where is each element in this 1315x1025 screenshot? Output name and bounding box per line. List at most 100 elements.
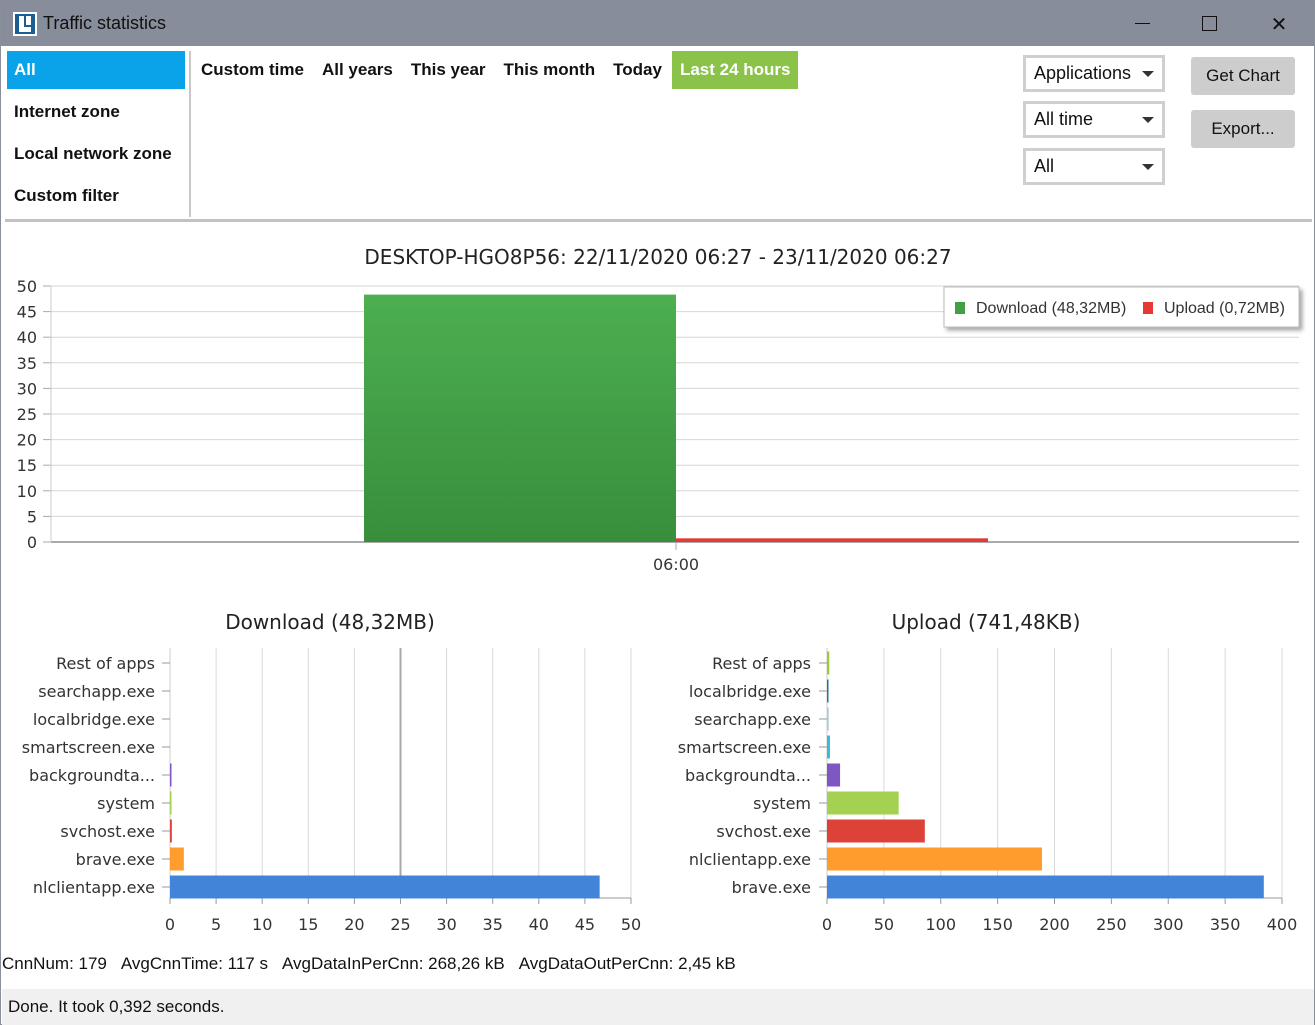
app-label: system — [97, 794, 155, 813]
app-bar — [827, 847, 1042, 871]
zone-all[interactable]: All — [7, 51, 185, 89]
app-bar — [827, 763, 841, 787]
minimize-button[interactable] — [1107, 1, 1177, 46]
export-button[interactable]: Export... — [1191, 110, 1295, 148]
app-label: smartscreen.exe — [678, 738, 811, 757]
zone-internet[interactable]: Internet zone — [7, 93, 185, 131]
x-tick-label: 0 — [165, 915, 175, 934]
timeline-legend: Download (48,32MB) Upload (0,72MB) — [943, 286, 1300, 328]
traffic-statistics-window: Traffic statistics ✕ All Internet zone L… — [0, 0, 1315, 1025]
y-tick-label: 20 — [17, 431, 37, 450]
x-tick-label: 40 — [529, 915, 549, 934]
app-bar — [827, 651, 830, 675]
close-icon: ✕ — [1270, 11, 1288, 36]
app-label: nlclientapp.exe — [689, 850, 811, 869]
x-tick-label: 06:00 — [653, 555, 699, 574]
timeline-chart-title: DESKTOP-HGO8P56: 22/11/2020 06:27 - 23/1… — [364, 245, 951, 269]
title-bar[interactable]: Traffic statistics ✕ — [1, 1, 1314, 46]
app-logo-icon — [13, 12, 37, 36]
legend-swatch-upload — [1143, 302, 1153, 314]
charts-canvas: DESKTOP-HGO8P56: 22/11/2020 06:27 - 23/1… — [17, 245, 1300, 934]
app-label: brave.exe — [732, 878, 811, 897]
legend-label-upload: Upload (0,72MB) — [1164, 300, 1285, 317]
download-by-app-chart: Download (48,32MB) Rest of apps searchapp… — [22, 610, 641, 934]
minimize-icon — [1134, 23, 1150, 24]
legend-swatch-download — [955, 302, 965, 314]
tab-this-year[interactable]: This year — [403, 51, 494, 89]
app-label: searchapp.exe — [38, 682, 155, 701]
x-tick-label: 0 — [822, 915, 832, 934]
app-bar — [827, 679, 829, 703]
chevron-down-icon — [1142, 117, 1154, 123]
status-text: Done. It took 0,392 seconds. — [8, 997, 225, 1016]
app-label: backgroundta... — [685, 766, 811, 785]
y-tick-label: 30 — [17, 379, 37, 398]
window-title: Traffic statistics — [43, 13, 167, 33]
app-label: Rest of apps — [712, 654, 811, 673]
group-by-select[interactable]: Applications — [1023, 55, 1165, 92]
x-tick-label: 250 — [1096, 915, 1127, 934]
zone-local-network[interactable]: Local network zone — [7, 135, 185, 173]
get-chart-button[interactable]: Get Chart — [1191, 57, 1295, 95]
x-tick-label: 400 — [1267, 915, 1298, 934]
timeline-chart: DESKTOP-HGO8P56: 22/11/2020 06:27 - 23/1… — [17, 245, 1300, 574]
zone-list: All Internet zone Local network zone Cus… — [7, 51, 191, 217]
x-tick-label: 200 — [1039, 915, 1070, 934]
connection-stats: CnnNum: 179 AvgCnnTime: 117 s AvgDataInP… — [2, 954, 736, 974]
tab-all-years[interactable]: All years — [314, 51, 401, 89]
maximize-button[interactable] — [1174, 1, 1244, 46]
close-button[interactable]: ✕ — [1244, 1, 1314, 46]
time-range-select[interactable]: All time — [1023, 101, 1165, 138]
x-tick-label: 25 — [390, 915, 410, 934]
x-tick-label: 20 — [344, 915, 364, 934]
x-tick-label: 30 — [436, 915, 456, 934]
x-tick-label: 300 — [1153, 915, 1184, 934]
app-bar — [170, 763, 172, 787]
y-tick-label: 50 — [17, 277, 37, 296]
app-label: backgroundta... — [29, 766, 155, 785]
status-bar: Done. It took 0,392 seconds. — [2, 989, 1314, 1025]
period-tabs: Custom time All years This year This mon… — [193, 51, 800, 89]
y-tick-label: 0 — [27, 533, 37, 552]
tab-today[interactable]: Today — [605, 51, 670, 89]
filter-value: All — [1034, 156, 1055, 176]
download-chart-title: Download (48,32MB) — [225, 610, 435, 634]
tab-custom-time[interactable]: Custom time — [193, 51, 312, 89]
app-label: localbridge.exe — [689, 682, 811, 701]
legend-label-download: Download (48,32MB) — [976, 300, 1126, 317]
app-bar — [827, 707, 829, 731]
app-bar — [170, 847, 184, 871]
filter-select[interactable]: All — [1023, 148, 1165, 185]
x-tick-label: 100 — [925, 915, 956, 934]
x-tick-label: 50 — [874, 915, 894, 934]
zone-custom-filter[interactable]: Custom filter — [7, 177, 185, 215]
x-tick-label: 5 — [211, 915, 221, 934]
x-tick-label: 350 — [1210, 915, 1241, 934]
app-label: nlclientapp.exe — [33, 878, 155, 897]
divider — [5, 219, 1312, 222]
app-bar — [170, 875, 600, 899]
timeline-bars — [364, 294, 988, 542]
app-label: smartscreen.exe — [22, 738, 155, 757]
app-bar — [827, 875, 1264, 899]
download-bar — [364, 294, 676, 542]
upload-bar — [676, 538, 988, 542]
y-tick-label: 15 — [17, 456, 37, 475]
x-tick-label: 35 — [483, 915, 503, 934]
maximize-icon — [1201, 16, 1217, 31]
stat-avg-cnn-time: AvgCnnTime: 117 s — [120, 954, 268, 973]
stat-cnn-num: CnnNum: 179 — [2, 954, 107, 973]
stat-avg-data-out: AvgDataOutPerCnn: 2,45 kB — [518, 954, 736, 973]
tab-this-month[interactable]: This month — [496, 51, 604, 89]
app-label: localbridge.exe — [33, 710, 155, 729]
app-label: system — [753, 794, 811, 813]
y-tick-label: 35 — [17, 354, 37, 373]
chevron-down-icon — [1142, 164, 1154, 170]
app-label: Rest of apps — [56, 654, 155, 673]
time-range-value: All time — [1034, 109, 1094, 129]
y-tick-label: 5 — [27, 507, 37, 526]
y-tick-label: 10 — [17, 482, 37, 501]
y-tick-label: 25 — [17, 405, 37, 424]
tab-last-24-hours[interactable]: Last 24 hours — [671, 51, 799, 89]
x-tick-label: 15 — [298, 915, 318, 934]
